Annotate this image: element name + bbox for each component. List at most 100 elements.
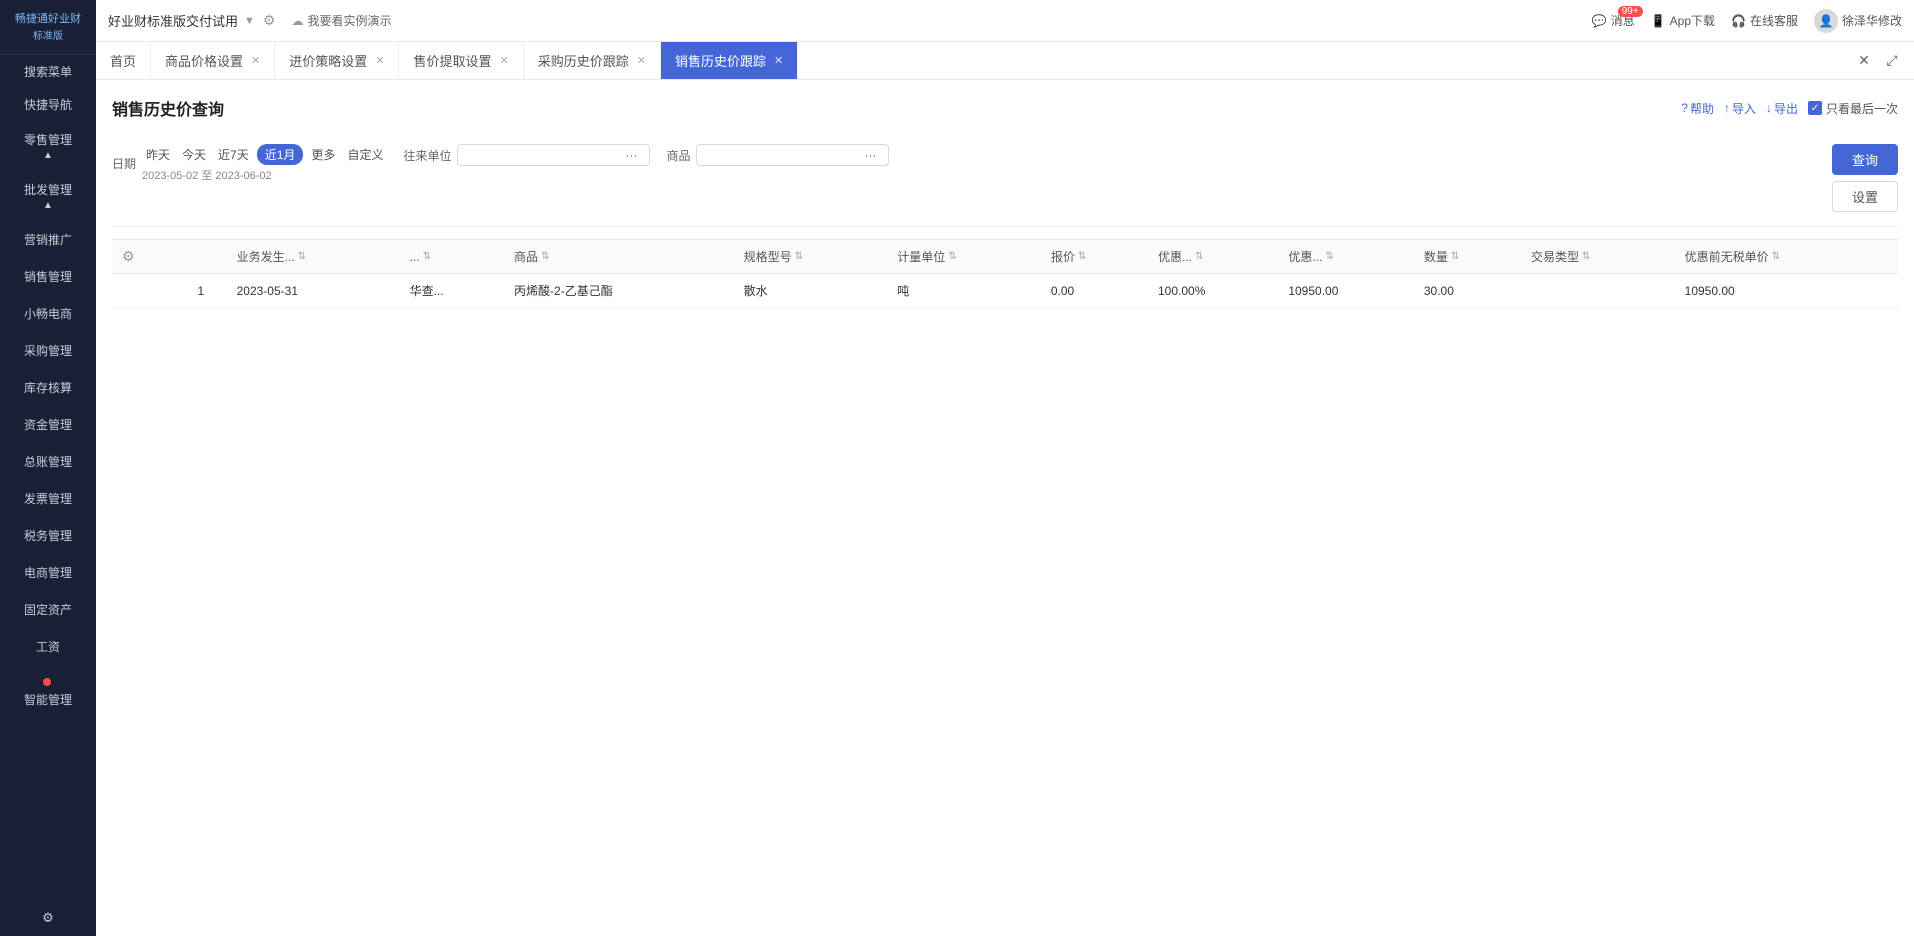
sidebar-settings-btn[interactable]: ⚙ bbox=[0, 900, 96, 936]
tab-sales-history-close[interactable]: ✕ bbox=[774, 54, 783, 67]
gear-icon: ⚙ bbox=[122, 248, 135, 264]
sidebar-item-purchase[interactable]: 采购管理 bbox=[0, 332, 96, 369]
th-price[interactable]: 报价 ⇅ bbox=[1041, 240, 1148, 274]
tab-purchase-history-close[interactable]: ✕ bbox=[637, 54, 646, 67]
sidebar-item-invoice[interactable]: 发票管理 bbox=[0, 480, 96, 517]
date-opt-last1m[interactable]: 近1月 bbox=[257, 144, 304, 165]
sidebar-item-tax[interactable]: 税务管理 bbox=[0, 517, 96, 554]
user-menu-btn[interactable]: 👤 徐泽华修改 bbox=[1814, 9, 1902, 33]
tab-close-btn[interactable]: ✕ bbox=[1850, 47, 1878, 75]
td-extra: 华查... bbox=[400, 274, 504, 308]
help-label: 帮助 bbox=[1690, 100, 1714, 117]
sidebar-item-retail[interactable]: 零售管理 ▲ bbox=[0, 121, 96, 171]
sidebar-item-smart[interactable]: 智能管理 bbox=[0, 665, 96, 718]
date-opt-last7[interactable]: 近7天 bbox=[214, 144, 253, 165]
sidebar-quicknav[interactable]: 快捷导航 bbox=[0, 88, 96, 121]
product-filter-group: 商品 ··· bbox=[666, 144, 889, 166]
td-product: 丙烯酸-2-乙基己酯 bbox=[504, 274, 734, 308]
export-link[interactable]: ↓ 导出 bbox=[1766, 100, 1798, 117]
import-link[interactable]: ↑ 导入 bbox=[1724, 100, 1756, 117]
messages-btn[interactable]: 💬 消息 99+ bbox=[1592, 12, 1635, 29]
sidebar-item-fixed-assets[interactable]: 固定资产 bbox=[0, 591, 96, 628]
app-download-btn[interactable]: 📱 App下载 bbox=[1651, 12, 1715, 29]
only-last-checkbox[interactable]: 只看最后一次 bbox=[1808, 100, 1898, 117]
sidebar-item-inventory[interactable]: 库存核算 bbox=[0, 369, 96, 406]
tab-sale-price-extract-close[interactable]: ✕ bbox=[500, 54, 509, 67]
th-trade-type[interactable]: 交易类型 ⇅ bbox=[1521, 240, 1675, 274]
product-input-wrapper[interactable]: ··· bbox=[696, 144, 889, 166]
tab-sale-price-extract[interactable]: 售价提取设置 ✕ bbox=[399, 42, 523, 80]
import-icon: ↑ bbox=[1724, 101, 1730, 115]
sort-icon-discount-pct: ⇅ bbox=[1195, 251, 1203, 262]
sidebar-item-ecommerce-small[interactable]: 小畅电商 bbox=[0, 295, 96, 332]
tab-sales-history-label: 销售历史价跟踪 bbox=[675, 51, 766, 70]
th-pretax-price[interactable]: 优惠前无税单价 ⇅ bbox=[1675, 240, 1898, 274]
sidebar-search[interactable]: 搜索菜单 bbox=[0, 55, 96, 88]
partner-more-icon[interactable]: ··· bbox=[621, 148, 641, 162]
partner-input[interactable] bbox=[466, 148, 621, 162]
th-biz-date[interactable]: 业务发生... ⇅ bbox=[227, 240, 400, 274]
username-label: 徐泽华修改 bbox=[1842, 12, 1902, 29]
td-row-num: 1 bbox=[175, 274, 227, 308]
th-qty-label: 数量 bbox=[1424, 248, 1448, 265]
td-discount-val: 10950.00 bbox=[1278, 274, 1414, 308]
sidebar-item-payroll-label: 工资 bbox=[36, 638, 60, 655]
cloud-icon: ☁ bbox=[291, 14, 303, 28]
sidebar-item-payroll[interactable]: 工资 bbox=[0, 628, 96, 665]
partner-input-wrapper[interactable]: ··· bbox=[457, 144, 650, 166]
topbar-module-selector[interactable]: 好业财标准版交付试用 ▼ bbox=[108, 11, 255, 30]
th-trade-type-label: 交易类型 bbox=[1531, 248, 1579, 265]
th-discount-pct[interactable]: 优惠... ⇅ bbox=[1148, 240, 1278, 274]
th-product[interactable]: 商品 ⇅ bbox=[504, 240, 734, 274]
tab-home[interactable]: 首页 bbox=[96, 42, 151, 80]
tab-purchase-strategy-close[interactable]: ✕ bbox=[375, 54, 384, 67]
sidebar-item-finance[interactable]: 资金管理 bbox=[0, 406, 96, 443]
help-link[interactable]: ? 帮助 bbox=[1681, 100, 1714, 117]
th-extra-label: ... bbox=[410, 250, 420, 264]
td-settings bbox=[112, 274, 175, 308]
sidebar-item-wholesale[interactable]: 批发管理 ▲ bbox=[0, 171, 96, 221]
sort-icon-trade-type: ⇅ bbox=[1582, 251, 1590, 262]
sidebar-item-sales[interactable]: 销售管理 bbox=[0, 258, 96, 295]
settings-button[interactable]: 设置 bbox=[1832, 181, 1898, 212]
th-pretax-price-label: 优惠前无税单价 bbox=[1685, 248, 1769, 265]
smart-dot-icon bbox=[43, 675, 53, 689]
sort-icon-pretax-price: ⇅ bbox=[1772, 251, 1780, 262]
th-extra[interactable]: ... ⇅ bbox=[400, 240, 504, 274]
sidebar-item-marketing[interactable]: 营销推广 bbox=[0, 221, 96, 258]
date-opt-yesterday[interactable]: 昨天 bbox=[142, 144, 174, 165]
th-settings[interactable]: ⚙ bbox=[112, 240, 175, 274]
tab-purchase-strategy[interactable]: 进价策略设置 ✕ bbox=[275, 42, 399, 80]
th-discount-val-label: 优惠... bbox=[1288, 248, 1322, 265]
sidebar-item-marketing-label: 营销推广 bbox=[24, 231, 72, 248]
online-service-label: 在线客服 bbox=[1750, 12, 1798, 29]
query-button[interactable]: 查询 bbox=[1832, 144, 1898, 175]
content-area: 销售历史价查询 ? 帮助 ↑ 导入 ↓ 导出 只看最后一次 bbox=[96, 80, 1914, 936]
date-opt-more[interactable]: 更多 bbox=[307, 144, 339, 165]
sidebar-logo: 畅捷通好业财 标准版 bbox=[0, 0, 96, 55]
date-opt-custom[interactable]: 自定义 bbox=[343, 144, 387, 165]
td-qty: 30.00 bbox=[1414, 274, 1521, 308]
import-label: 导入 bbox=[1732, 100, 1756, 117]
tab-expand-btn[interactable]: ⤢ bbox=[1878, 47, 1906, 75]
th-qty[interactable]: 数量 ⇅ bbox=[1414, 240, 1521, 274]
th-spec[interactable]: 规格型号 ⇅ bbox=[734, 240, 888, 274]
th-discount-val[interactable]: 优惠... ⇅ bbox=[1278, 240, 1414, 274]
tab-price-settings-close[interactable]: ✕ bbox=[251, 54, 260, 67]
date-filter-label: 日期 bbox=[112, 155, 136, 172]
topbar-settings-icon[interactable]: ⚙ bbox=[263, 12, 276, 29]
product-input[interactable] bbox=[705, 148, 860, 162]
th-unit[interactable]: 计量单位 ⇅ bbox=[887, 240, 1041, 274]
sidebar-item-ecommerce[interactable]: 电商管理 bbox=[0, 554, 96, 591]
tab-sales-history[interactable]: 销售历史价跟踪 ✕ bbox=[661, 42, 798, 80]
online-service-btn[interactable]: 🎧 在线客服 bbox=[1731, 12, 1798, 29]
tab-price-settings[interactable]: 商品价格设置 ✕ bbox=[151, 42, 275, 80]
sidebar-item-ledger[interactable]: 总账管理 bbox=[0, 443, 96, 480]
date-opt-today[interactable]: 今天 bbox=[178, 144, 210, 165]
export-icon: ↓ bbox=[1766, 101, 1772, 115]
product-more-icon[interactable]: ··· bbox=[860, 148, 880, 162]
th-price-label: 报价 bbox=[1051, 248, 1075, 265]
date-options: 昨天 今天 近7天 近1月 更多 自定义 bbox=[142, 144, 387, 165]
tab-purchase-history[interactable]: 采购历史价跟踪 ✕ bbox=[524, 42, 661, 80]
demo-btn[interactable]: ☁ 我要看实例演示 bbox=[291, 12, 391, 29]
